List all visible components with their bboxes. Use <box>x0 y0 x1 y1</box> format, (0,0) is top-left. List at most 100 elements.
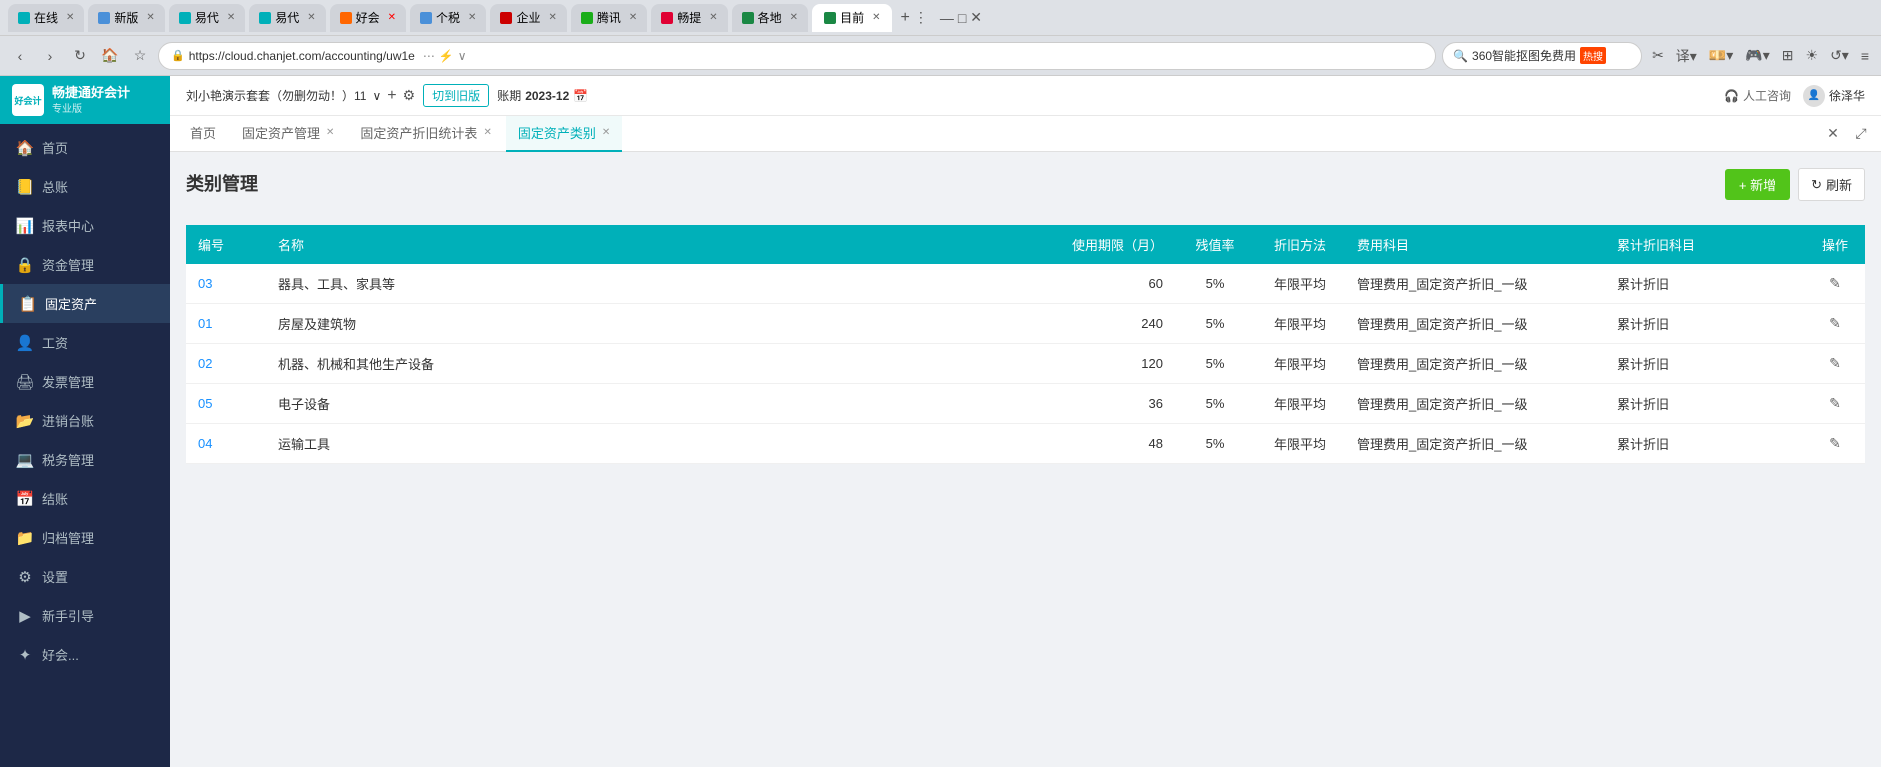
edit-button-3[interactable]: ✎ <box>1829 395 1841 411</box>
sidebar-item-settings[interactable]: ⚙ 设置 <box>0 557 170 596</box>
refresh-button[interactable]: ↻ 刷新 <box>1798 168 1865 201</box>
cell-method-3: 年限平均 <box>1255 384 1345 424</box>
code-link-2[interactable]: 02 <box>198 356 212 371</box>
sidebar-item-purchase[interactable]: 📂 进销台账 <box>0 401 170 440</box>
cell-code-1: 01 <box>186 304 266 344</box>
cell-accum-0: 累计折旧 <box>1605 264 1805 304</box>
payroll-icon: 👤 <box>16 334 34 352</box>
col-period: 使用期限（月） <box>1045 225 1175 264</box>
settings-button[interactable]: ⚙ <box>403 87 416 104</box>
home-button[interactable]: 🏠 <box>98 44 122 68</box>
dropdown-arrow[interactable]: ∨ <box>372 89 381 103</box>
sun-icon[interactable]: ☀ <box>1802 45 1823 66</box>
table-row: 02 机器、机械和其他生产设备 120 5% 年限平均 管理费用_固定资产折旧_… <box>186 344 1865 384</box>
bookmark-button[interactable]: ☆ <box>128 44 152 68</box>
browser-tab-6[interactable]: 企业 ✕ <box>490 4 566 32</box>
add-button[interactable]: + 新增 <box>1725 169 1790 200</box>
tab-menu-button[interactable]: ⋮ <box>914 9 928 26</box>
main-content: 刘小艳演示套套（勿删勿动！）11 ∨ + ⚙ 切到旧版 账期 2023-12 📅… <box>170 76 1881 767</box>
cell-action-4: ✎ <box>1805 424 1865 464</box>
url-input[interactable]: 🔒 https://cloud.chanjet.com/accounting/u… <box>158 42 1436 70</box>
close-button[interactable]: ✕ <box>970 9 982 26</box>
search-bar[interactable]: 🔍 360智能抠图免费用 热搜 <box>1442 42 1642 70</box>
maximize-button[interactable]: □ <box>958 10 966 26</box>
browser-tab-7[interactable]: 腾讯 ✕ <box>571 4 647 32</box>
user-info[interactable]: 👤 徐泽华 <box>1803 85 1865 107</box>
sidebar-item-report[interactable]: 📊 报表中心 <box>0 206 170 245</box>
code-link-0[interactable]: 03 <box>198 276 212 291</box>
browser-tab-0[interactable]: 在线 ✕ <box>8 4 84 32</box>
user-name: 徐泽华 <box>1829 87 1865 104</box>
edit-button-4[interactable]: ✎ <box>1829 435 1841 451</box>
tab-asset-category-close[interactable]: ✕ <box>602 127 610 138</box>
browser-tab-9[interactable]: 各地 ✕ <box>732 4 808 32</box>
forward-button[interactable]: › <box>38 44 62 68</box>
calendar-icon[interactable]: 📅 <box>573 89 588 103</box>
tab-close-window[interactable]: ✕ <box>1821 122 1845 146</box>
col-name: 名称 <box>266 225 1045 264</box>
tab-home[interactable]: 首页 <box>178 116 228 152</box>
sidebar-item-home[interactable]: 🏠 首页 <box>0 128 170 167</box>
cell-method-2: 年限平均 <box>1255 344 1345 384</box>
sidebar-item-fund[interactable]: 🔒 资金管理 <box>0 245 170 284</box>
edit-button-2[interactable]: ✎ <box>1829 355 1841 371</box>
cell-code-4: 04 <box>186 424 266 464</box>
sidebar-item-invoice[interactable]: 🖨 发票管理 <box>0 362 170 401</box>
code-link-3[interactable]: 05 <box>198 396 212 411</box>
code-link-1[interactable]: 01 <box>198 316 212 331</box>
translate-icon[interactable]: 译▾ <box>1672 44 1701 68</box>
sidebar-item-fixed-assets[interactable]: 📋 固定资产 <box>0 284 170 323</box>
code-link-4[interactable]: 04 <box>198 436 212 451</box>
service-button[interactable]: 🎧 人工咨询 <box>1724 87 1791 104</box>
col-method: 折旧方法 <box>1255 225 1345 264</box>
logo-text: 畅捷通好会计 <box>52 85 130 101</box>
add-account-button[interactable]: + <box>387 87 396 105</box>
cell-period-3: 36 <box>1045 384 1175 424</box>
table-row: 05 电子设备 36 5% 年限平均 管理费用_固定资产折旧_一级 累计折旧 ✎ <box>186 384 1865 424</box>
sidebar-item-guide[interactable]: ▶ 新手引导 <box>0 596 170 635</box>
browser-tab-8[interactable]: 畅提 ✕ <box>651 4 727 32</box>
browser-tab-10[interactable]: 目前 ✕ <box>812 4 892 32</box>
tab-fixed-asset-mgmt[interactable]: 固定资产管理 ✕ <box>230 116 346 152</box>
sidebar-item-ledger-label: 总账 <box>42 177 68 196</box>
scissors-icon[interactable]: ✂ <box>1648 45 1668 66</box>
sidebar-item-report-label: 报表中心 <box>42 216 94 235</box>
browser-tab-4[interactable]: 好会 ✕ <box>330 4 406 32</box>
headset-icon: 🎧 <box>1724 89 1739 103</box>
undo-icon[interactable]: ↺▾ <box>1826 45 1853 66</box>
browser-tab-5[interactable]: 个税 ✕ <box>410 4 486 32</box>
edit-button-1[interactable]: ✎ <box>1829 315 1841 331</box>
sidebar-item-home-label: 首页 <box>42 138 68 157</box>
sidebar-item-invoice-label: 发票管理 <box>42 372 94 391</box>
cell-action-0: ✎ <box>1805 264 1865 304</box>
tab-depreciation-table[interactable]: 固定资产折旧统计表 ✕ <box>348 116 503 152</box>
browser-tab-2[interactable]: 易代 ✕ <box>169 4 245 32</box>
cell-action-2: ✎ <box>1805 344 1865 384</box>
sidebar-item-ledger[interactable]: 📒 总账 <box>0 167 170 206</box>
browser-tab-1[interactable]: 新版 ✕ <box>88 4 164 32</box>
new-tab-button[interactable]: + <box>900 9 909 27</box>
wallet-icon[interactable]: 💴▾ <box>1705 45 1737 66</box>
search-icon: 🔍 <box>1453 49 1468 63</box>
sidebar-item-close[interactable]: 📅 结账 <box>0 479 170 518</box>
url-text: https://cloud.chanjet.com/accounting/uw1… <box>189 49 415 63</box>
edit-button-0[interactable]: ✎ <box>1829 275 1841 291</box>
switch-version-button[interactable]: 切到旧版 <box>423 84 489 107</box>
grid-icon[interactable]: ⊞ <box>1778 45 1798 66</box>
tab-asset-category[interactable]: 固定资产类别 ✕ <box>506 116 622 152</box>
tab-maximize[interactable]: ⤢ <box>1849 122 1873 146</box>
game-icon[interactable]: 🎮▾ <box>1741 45 1773 66</box>
sidebar-item-more[interactable]: ✦ 好会... <box>0 635 170 674</box>
sidebar-item-payroll[interactable]: 👤 工资 <box>0 323 170 362</box>
tab-fixed-asset-mgmt-close[interactable]: ✕ <box>326 127 334 138</box>
minimize-button[interactable]: — <box>940 10 954 26</box>
col-residual: 残值率 <box>1175 225 1255 264</box>
browser-tab-3[interactable]: 易代 ✕ <box>249 4 325 32</box>
sidebar-item-archive[interactable]: 📁 归档管理 <box>0 518 170 557</box>
menu-icon[interactable]: ≡ <box>1857 46 1873 66</box>
reload-button[interactable]: ↻ <box>68 44 92 68</box>
sidebar-item-tax[interactable]: 💻 税务管理 <box>0 440 170 479</box>
tab-depreciation-table-close[interactable]: ✕ <box>483 127 491 138</box>
cell-expense-2: 管理费用_固定资产折旧_一级 <box>1345 344 1605 384</box>
back-button[interactable]: ‹ <box>8 44 32 68</box>
